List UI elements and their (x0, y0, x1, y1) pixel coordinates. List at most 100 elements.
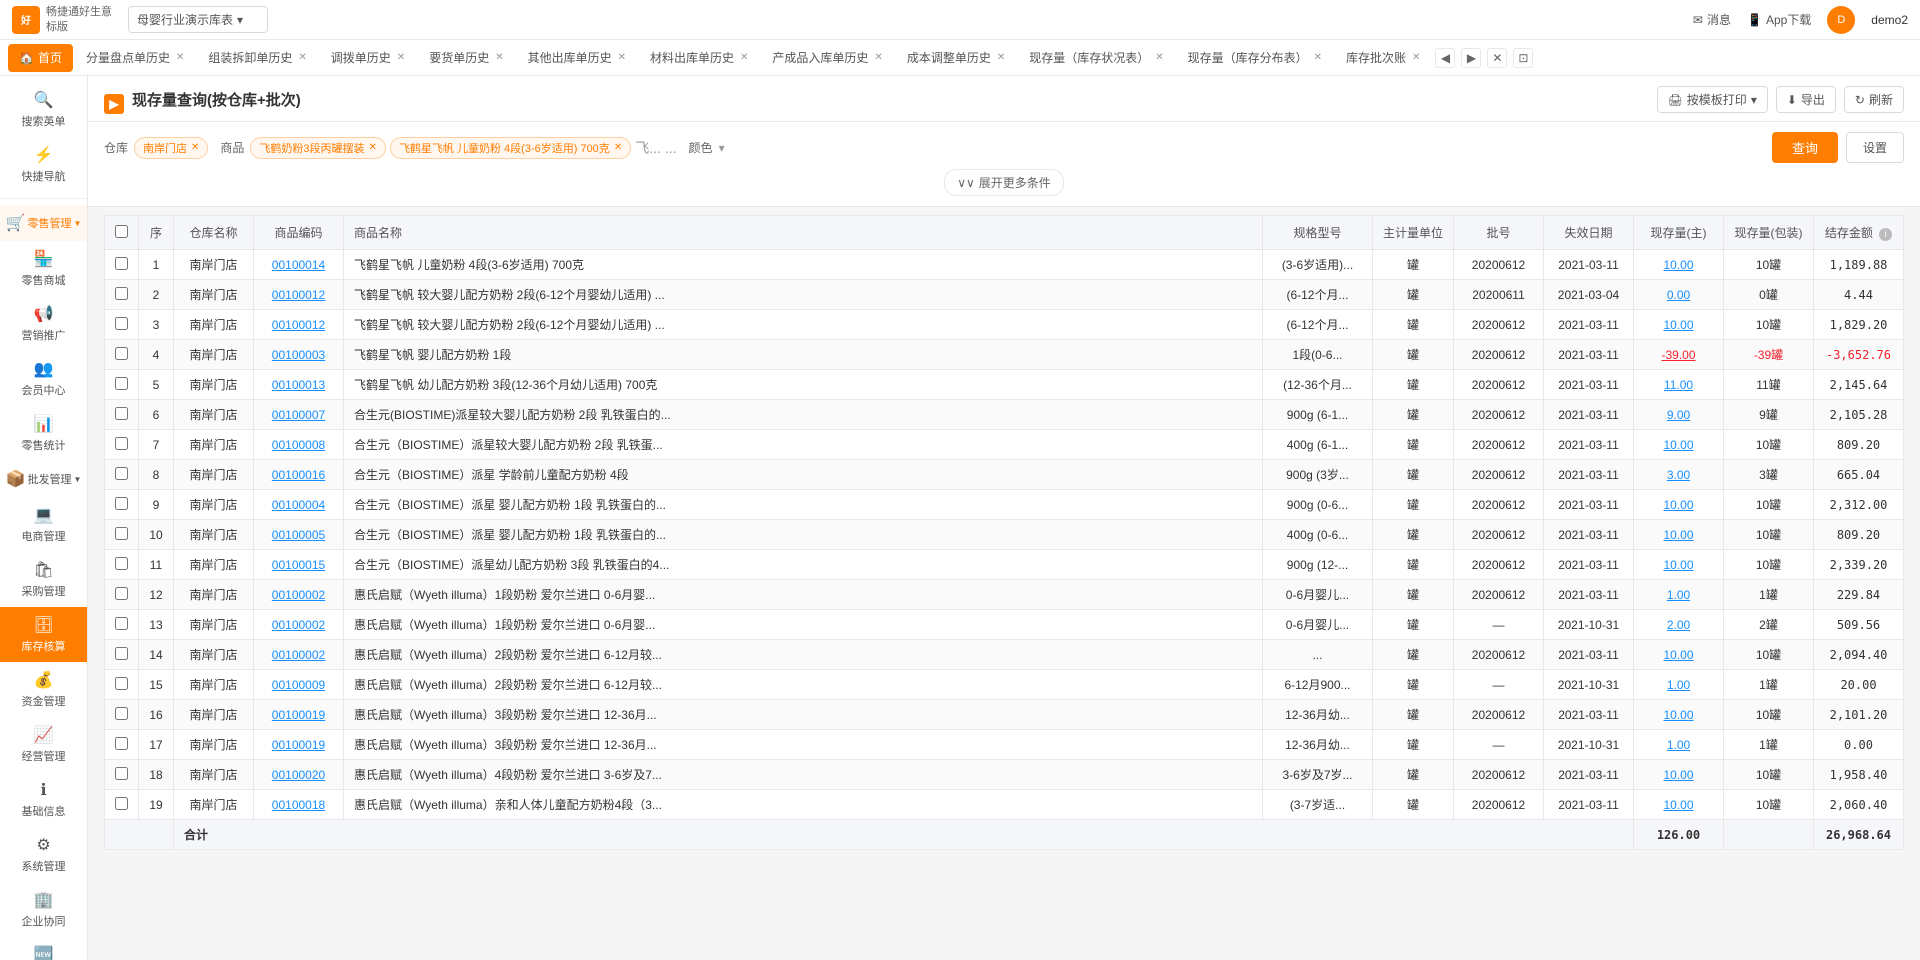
row-stock-main[interactable]: 11.00 (1634, 370, 1724, 400)
row-checkbox[interactable] (115, 257, 128, 270)
row-checkbox-cell[interactable] (105, 490, 139, 520)
row-stock-main[interactable]: 10.00 (1634, 430, 1724, 460)
row-checkbox-cell[interactable] (105, 520, 139, 550)
row-stock-main[interactable]: 10.00 (1634, 700, 1724, 730)
row-checkbox[interactable] (115, 677, 128, 690)
product-more-tag[interactable]: 飞... (635, 138, 661, 158)
sidebar-item-nav[interactable]: ⚡ 快捷导航 (0, 137, 87, 192)
select-all-checkbox[interactable] (115, 225, 128, 238)
product-tag-2[interactable]: 飞鹤星飞帆 儿童奶粉 4段(3-6岁适用) 700克 ✕ (390, 137, 631, 159)
row-stock-main[interactable]: 9.00 (1634, 400, 1724, 430)
row-checkbox[interactable] (115, 467, 128, 480)
close-icon[interactable]: ✕ (874, 52, 882, 63)
row-stock-main[interactable]: 10.00 (1634, 250, 1724, 280)
sidebar-item-retail-mgmt[interactable]: 🛒 零售管理 ▼ (0, 205, 87, 241)
row-checkbox[interactable] (115, 437, 128, 450)
sidebar-item-guide[interactable]: 🆕 新手引导 (0, 937, 87, 960)
tab-prev-button[interactable]: ◀ (1435, 48, 1455, 68)
row-stock-main[interactable]: -39.00 (1634, 340, 1724, 370)
row-stock-main[interactable]: 2.00 (1634, 610, 1724, 640)
tab-batch-account[interactable]: 库存批次账 ✕ (1335, 44, 1431, 72)
tab-partial-stock[interactable]: 分量盘点单历史 ✕ (75, 44, 195, 72)
row-checkbox[interactable] (115, 557, 128, 570)
sidebar-item-finance[interactable]: 💰 资金管理 (0, 662, 87, 717)
row-stock-main[interactable]: 10.00 (1634, 310, 1724, 340)
row-checkbox-cell[interactable] (105, 790, 139, 820)
row-checkbox-cell[interactable] (105, 280, 139, 310)
user-name[interactable]: demo2 (1871, 13, 1908, 27)
row-stock-main[interactable]: 10.00 (1634, 520, 1724, 550)
row-stock-main[interactable]: 0.00 (1634, 280, 1724, 310)
row-code[interactable]: 00100003 (254, 340, 344, 370)
sidebar-item-wholesale[interactable]: 📦 批发管理 ▼ (0, 461, 87, 497)
row-checkbox[interactable] (115, 527, 128, 540)
row-stock-main[interactable]: 10.00 (1634, 550, 1724, 580)
expand-more-button[interactable]: ∨∨ 展开更多条件 (944, 169, 1064, 196)
product-tag-1[interactable]: 飞鹤奶粉3段丙罐摆装 ✕ (250, 137, 386, 159)
close-icon[interactable]: ✕ (191, 142, 199, 153)
expand-filter-button[interactable]: ▶ (104, 94, 124, 114)
row-checkbox-cell[interactable] (105, 550, 139, 580)
sidebar-item-retail-shop[interactable]: 🏪 零售商城 (0, 241, 87, 296)
row-checkbox[interactable] (115, 737, 128, 750)
row-checkbox[interactable] (115, 647, 128, 660)
row-code[interactable]: 00100007 (254, 400, 344, 430)
tab-next-button[interactable]: ▶ (1461, 48, 1481, 68)
row-stock-main[interactable]: 1.00 (1634, 670, 1724, 700)
close-icon[interactable]: ✕ (1314, 52, 1322, 63)
sidebar-item-ops[interactable]: 📈 经营管理 (0, 717, 87, 772)
row-code[interactable]: 00100008 (254, 430, 344, 460)
sidebar-item-search[interactable]: 🔍 搜索英单 (0, 82, 87, 137)
row-checkbox-cell[interactable] (105, 760, 139, 790)
row-code[interactable]: 00100012 (254, 280, 344, 310)
row-checkbox[interactable] (115, 347, 128, 360)
tab-mix[interactable]: 调拨单历史 ✕ (320, 44, 416, 72)
close-icon[interactable]: ✕ (1155, 52, 1163, 63)
row-stock-main[interactable]: 1.00 (1634, 730, 1724, 760)
row-code[interactable]: 00100002 (254, 640, 344, 670)
row-code[interactable]: 00100004 (254, 490, 344, 520)
row-code[interactable]: 00100013 (254, 370, 344, 400)
tab-home[interactable]: 🏠 首页 (8, 44, 73, 72)
row-stock-main[interactable]: 10.00 (1634, 490, 1724, 520)
row-code[interactable]: 00100019 (254, 700, 344, 730)
industry-select[interactable]: 母婴行业演示库表 ▾ (128, 6, 268, 33)
close-icon[interactable]: ✕ (176, 52, 184, 63)
close-icon[interactable]: ✕ (298, 52, 306, 63)
tab-require[interactable]: 要货单历史 ✕ (418, 44, 514, 72)
close-icon[interactable]: ✕ (397, 52, 405, 63)
row-checkbox-cell[interactable] (105, 700, 139, 730)
user-avatar[interactable]: D (1827, 6, 1855, 34)
row-checkbox-cell[interactable] (105, 670, 139, 700)
sidebar-item-ecom[interactable]: 💻 电商管理 (0, 497, 87, 552)
row-code[interactable]: 00100019 (254, 730, 344, 760)
row-checkbox[interactable] (115, 317, 128, 330)
row-code[interactable]: 00100018 (254, 790, 344, 820)
tab-product-in[interactable]: 产成品入库单历史 ✕ (761, 44, 893, 72)
sidebar-item-member[interactable]: 👥 会员中心 (0, 351, 87, 406)
sidebar-item-inventory[interactable]: 🗄 库存核算 (0, 607, 87, 662)
row-checkbox[interactable] (115, 377, 128, 390)
close-icon[interactable]: ✕ (1412, 52, 1420, 63)
tab-stock-dist[interactable]: 现存量（库存分布表） ✕ (1177, 44, 1333, 72)
row-checkbox[interactable] (115, 587, 128, 600)
close-icon[interactable]: ✕ (618, 52, 626, 63)
row-checkbox-cell[interactable] (105, 400, 139, 430)
sidebar-item-sys[interactable]: ⚙ 系统管理 (0, 827, 87, 882)
row-checkbox[interactable] (115, 407, 128, 420)
sidebar-item-marketing[interactable]: 📢 营销推广 (0, 296, 87, 351)
row-stock-main[interactable]: 1.00 (1634, 580, 1724, 610)
export-button[interactable]: ⬇ 导出 (1776, 86, 1836, 113)
col-header-check[interactable] (105, 216, 139, 250)
row-code[interactable]: 00100002 (254, 610, 344, 640)
row-checkbox-cell[interactable] (105, 640, 139, 670)
message-button[interactable]: ✉ 消息 (1693, 11, 1731, 28)
close-icon[interactable]: ✕ (369, 142, 377, 153)
row-code[interactable]: 00100009 (254, 670, 344, 700)
row-checkbox[interactable] (115, 767, 128, 780)
row-checkbox-cell[interactable] (105, 460, 139, 490)
close-icon[interactable]: ✕ (740, 52, 748, 63)
row-stock-main[interactable]: 10.00 (1634, 790, 1724, 820)
row-code[interactable]: 00100002 (254, 580, 344, 610)
row-checkbox-cell[interactable] (105, 250, 139, 280)
